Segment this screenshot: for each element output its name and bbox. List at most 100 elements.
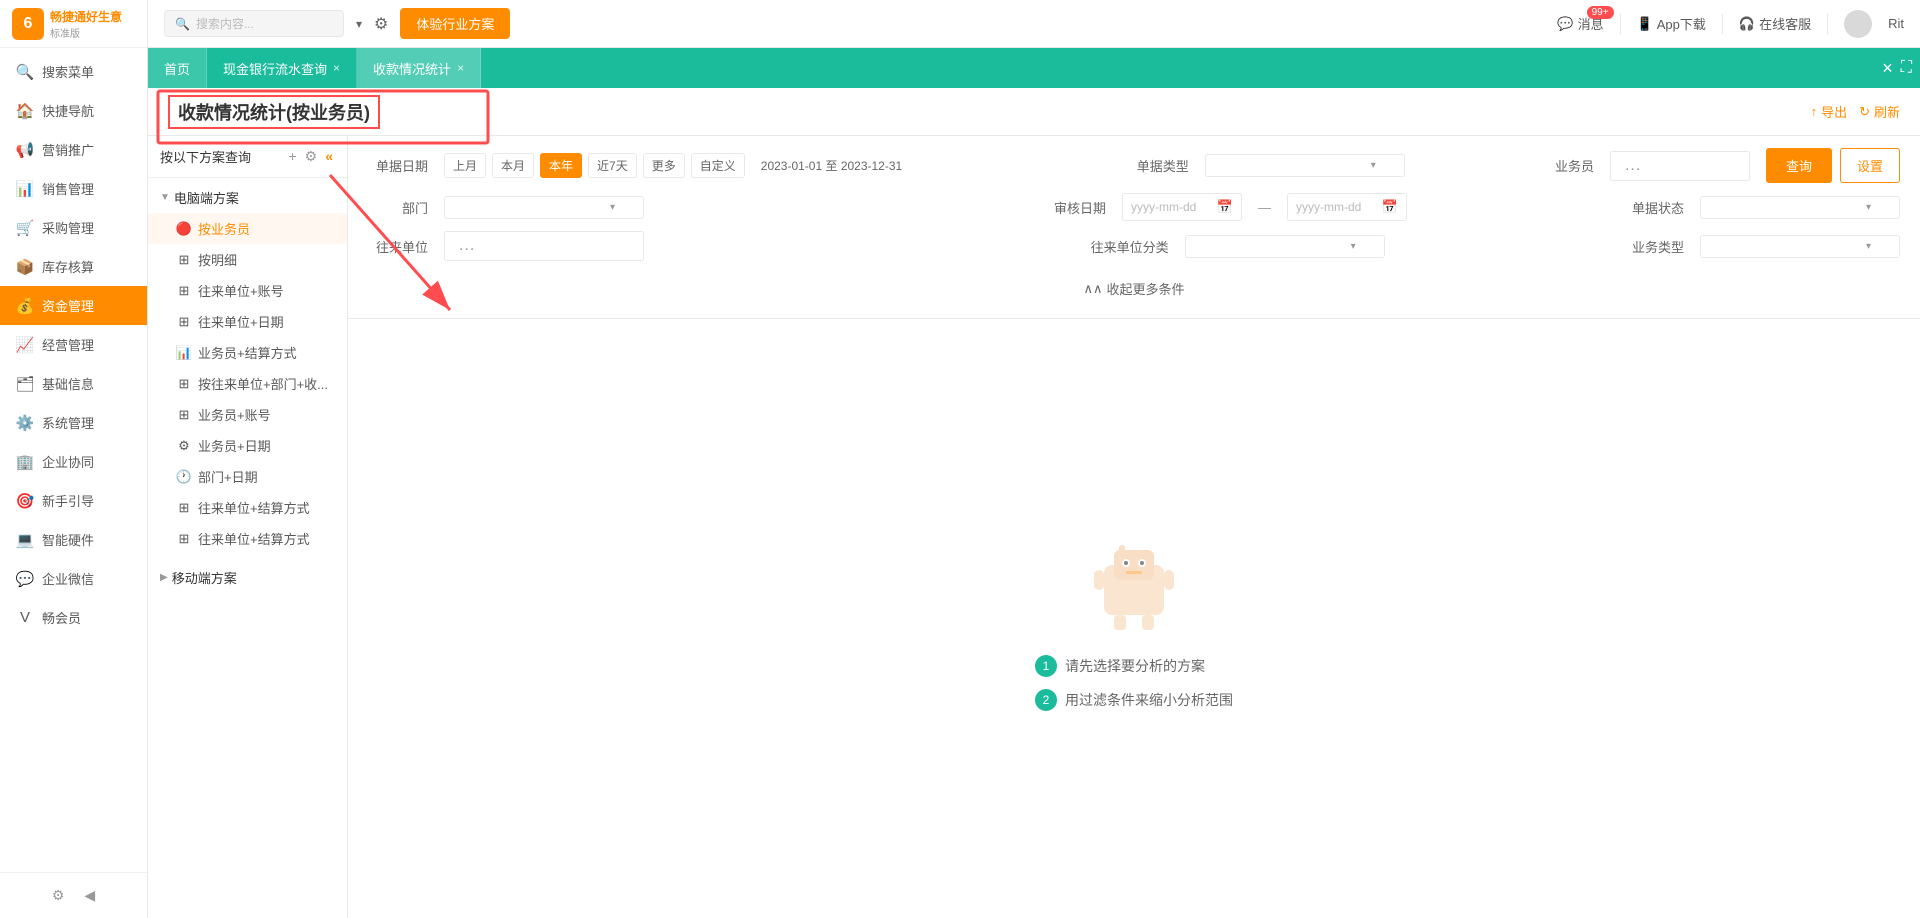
business-type-select[interactable]: ▾	[1700, 235, 1900, 258]
tab-collection-stats-close[interactable]: ×	[457, 61, 464, 75]
service-icon: 🎧	[1739, 16, 1755, 32]
window-expand-btn[interactable]: ⛶	[1901, 59, 1912, 77]
calendar-icon-1[interactable]: 📅	[1217, 199, 1233, 215]
export-btn[interactable]: ↑ 导出	[1811, 102, 1848, 121]
date-preset-custom[interactable]: 自定义	[691, 153, 745, 178]
voucher-status-select[interactable]: ▾	[1700, 196, 1900, 219]
sidebar-item-guide[interactable]: 🎯新手引导	[0, 481, 147, 520]
date-preset-this-month[interactable]: 本月	[492, 153, 534, 178]
query-btn[interactable]: 查询	[1766, 148, 1832, 183]
review-date-start[interactable]: yyyy-mm-dd 📅	[1122, 193, 1242, 221]
funds-icon: 💰	[16, 297, 34, 315]
message-icon: 💬	[1557, 16, 1573, 32]
sidebar-item-label: 系统管理	[42, 413, 94, 432]
add-scheme-btn[interactable]: +	[286, 146, 298, 167]
tree-child-label-1: 按明细	[198, 250, 237, 269]
panel-collapse-btn[interactable]: «	[323, 146, 335, 167]
tab-collection-stats[interactable]: 收款情况统计 ×	[357, 48, 481, 88]
user-avatar[interactable]	[1844, 10, 1872, 38]
topbar-gear-icon[interactable]: ⚙	[374, 14, 388, 34]
sidebar-bottom: ⚙ ◀	[0, 872, 147, 918]
topbar-app-download[interactable]: 📱 App下载	[1637, 14, 1706, 33]
topbar-search[interactable]: 🔍 搜索内容...	[164, 10, 344, 37]
date-preset-7days[interactable]: 近7天	[588, 153, 637, 178]
empty-illustration	[1074, 515, 1194, 635]
tree-child-7[interactable]: ⚙业务员+日期	[148, 430, 347, 461]
scheme-settings-btn[interactable]: ⚙	[303, 146, 320, 167]
review-date-end[interactable]: yyyy-mm-dd 📅	[1287, 193, 1407, 221]
desktop-section-parent[interactable]: ▼ 电脑端方案	[148, 182, 347, 213]
dept-select[interactable]: ▾	[444, 196, 644, 219]
trial-btn[interactable]: 体验行业方案	[400, 8, 510, 39]
voucher-status-arrow: ▾	[1866, 202, 1871, 213]
tree-child-5[interactable]: ⊞按往来单位+部门+收...	[148, 368, 347, 399]
tree-child-6[interactable]: ⊞业务员+账号	[148, 399, 347, 430]
tab-bank-flow-close[interactable]: ×	[333, 61, 340, 75]
tree-child-icon-7: ⚙	[176, 438, 192, 454]
tree-child-0[interactable]: 🔴按业务员	[148, 213, 347, 244]
tree-child-8[interactable]: 🕐部门+日期	[148, 461, 347, 492]
tree-child-9[interactable]: ⊞往来单位+结算方式	[148, 492, 347, 523]
tree-child-4[interactable]: 📊业务员+结算方式	[148, 337, 347, 368]
tree-child-icon-1: ⊞	[176, 252, 192, 268]
topbar-dropdown[interactable]: ▾	[356, 17, 362, 31]
sidebar-item-label: 企业协同	[42, 452, 94, 471]
sidebar-item-basic-info[interactable]: 🗂基础信息	[0, 364, 147, 403]
wechat-icon: 💬	[16, 570, 34, 588]
empty-step-1: 1 请先选择要分析的方案	[1035, 655, 1233, 677]
sidebar-item-member[interactable]: V畅会员	[0, 598, 147, 637]
tab-bank-flow[interactable]: 现金银行流水查询 ×	[207, 48, 357, 88]
filter-row-1: 单据日期 上月 本月 本年 近7天 更多 自定义 2023-01-01 至 20…	[368, 148, 1900, 183]
collapse-btn[interactable]: ∧∧ 收起更多条件	[368, 271, 1900, 306]
topbar-service[interactable]: 🎧 在线客服	[1739, 14, 1811, 33]
sidebar-item-label: 搜索菜单	[42, 62, 94, 81]
basic-info-icon: 🗂	[16, 375, 34, 393]
tree-child-2[interactable]: ⊞往来单位+账号	[148, 275, 347, 306]
voucher-type-select[interactable]: ▾	[1205, 154, 1405, 177]
sidebar-item-sales[interactable]: 📊销售管理	[0, 169, 147, 208]
sidebar-item-purchase[interactable]: 🛒采购管理	[0, 208, 147, 247]
search-icon: 🔍	[175, 17, 190, 31]
collapse-sidebar-btn[interactable]: ◀	[76, 881, 103, 910]
partner-category-select[interactable]: ▾	[1185, 235, 1385, 258]
date-preset-last-month[interactable]: 上月	[444, 153, 486, 178]
tab-home[interactable]: 首页	[148, 48, 207, 88]
purchase-icon: 🛒	[16, 219, 34, 237]
search-icon: 🔍	[16, 63, 34, 81]
tree-child-icon-8: 🕐	[176, 469, 192, 485]
sidebar-item-system[interactable]: ⚙️系统管理	[0, 403, 147, 442]
sidebar-item-hardware[interactable]: 💻智能硬件	[0, 520, 147, 559]
sidebar-item-operations[interactable]: 📈经营管理	[0, 325, 147, 364]
window-close-btn[interactable]: ×	[1882, 58, 1893, 79]
partner-select[interactable]: ...	[444, 231, 644, 261]
sidebar-item-inventory[interactable]: 📦库存核算	[0, 247, 147, 286]
sidebar-item-enterprise[interactable]: 🏢企业协同	[0, 442, 147, 481]
calendar-icon-2[interactable]: 📅	[1382, 199, 1398, 215]
sidebar-item-wechat[interactable]: 💬企业微信	[0, 559, 147, 598]
divider1	[1620, 14, 1621, 34]
date-dash: —	[1258, 200, 1271, 215]
settings-bottom-btn[interactable]: ⚙	[44, 881, 73, 910]
sidebar-item-marketing[interactable]: 📢营销推广	[0, 130, 147, 169]
salesperson-more-icon[interactable]: ...	[1625, 157, 1641, 175]
sidebar-item-quick-nav[interactable]: 🏠快捷导航	[0, 91, 147, 130]
refresh-btn[interactable]: ↻ 刷新	[1859, 102, 1900, 121]
dept-arrow: ▾	[610, 202, 615, 213]
topbar-message[interactable]: 💬 消息 99+	[1557, 14, 1603, 33]
date-preset-more[interactable]: 更多	[643, 153, 685, 178]
sidebar-item-funds[interactable]: 💰资金管理	[0, 286, 147, 325]
business-type-label: 业务类型	[1624, 237, 1684, 256]
mobile-section-parent[interactable]: ▶ 移动端方案	[148, 562, 347, 593]
sidebar-item-search[interactable]: 🔍 搜索菜单	[0, 52, 147, 91]
filter-row-2: 部门 ▾ 审核日期 yyyy-mm-dd 📅 — yyyy-mm-dd 📅	[368, 193, 1900, 221]
settings-btn[interactable]: 设置	[1840, 148, 1900, 183]
tree-child-label-5: 按往来单位+部门+收...	[198, 374, 328, 393]
salesperson-select[interactable]: ...	[1610, 151, 1750, 181]
date-range-text: 2023-01-01 至 2023-12-31	[761, 157, 902, 174]
partner-more-icon[interactable]: ...	[459, 237, 475, 255]
date-preset-this-year[interactable]: 本年	[540, 153, 582, 178]
tree-child-3[interactable]: ⊞往来单位+日期	[148, 306, 347, 337]
tree-child-1[interactable]: ⊞ 按明细	[148, 244, 347, 275]
tree-child-10[interactable]: ⊞往来单位+结算方式	[148, 523, 347, 554]
tree-child-icon-2: ⊞	[176, 283, 192, 299]
